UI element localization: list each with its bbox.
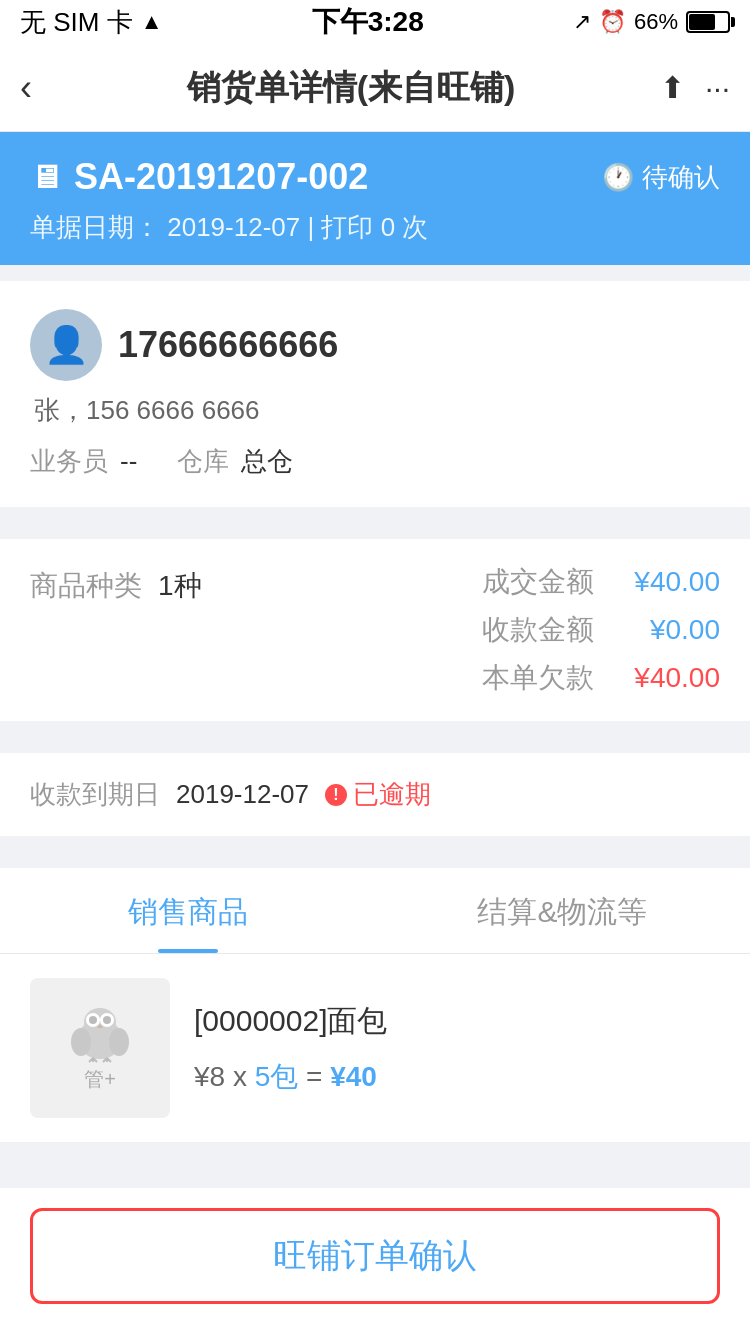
- carrier-text: 无 SIM 卡: [20, 5, 133, 40]
- sales-meta: 业务员 --: [30, 444, 137, 479]
- received-amount-label: 收款金额: [482, 611, 594, 649]
- due-date-card: 收款到期日 2019-12-07 ! 已逾期: [0, 753, 750, 836]
- back-button[interactable]: ‹: [10, 57, 42, 119]
- avatar-icon: 👤: [44, 324, 89, 366]
- order-id: 🖥 SA-20191207-002: [30, 156, 368, 198]
- status-clock-icon: 🕐: [602, 162, 634, 193]
- summary-right: 成交金额 ¥40.00 收款金额 ¥0.00 本单欠款 ¥40.00: [482, 563, 720, 697]
- order-id-text: SA-20191207-002: [74, 156, 368, 198]
- location-icon: ↗: [573, 9, 591, 35]
- order-date: 单据日期： 2019-12-07 | 打印 0 次: [30, 210, 720, 245]
- customer-phone: 17666666666: [118, 324, 338, 366]
- deal-amount-value: ¥40.00: [610, 566, 720, 598]
- status-bar: 无 SIM 卡 ▲ 下午3:28 ↗ ⏰ 66%: [0, 0, 750, 44]
- divider-3: [0, 737, 750, 753]
- bottom-bar: 旺铺订单确认: [0, 1188, 750, 1334]
- status-time: 下午3:28: [312, 3, 424, 41]
- divider-2: [0, 523, 750, 539]
- svg-point-5: [103, 1016, 111, 1024]
- divider-1: [0, 265, 750, 281]
- avatar: 👤: [30, 309, 102, 381]
- overdue-badge: ! 已逾期: [325, 777, 431, 812]
- owed-amount-value: ¥40.00: [610, 662, 720, 694]
- owl-svg: [65, 1004, 135, 1064]
- nav-bar: ‹ 销货单详情(来自旺铺) ⬆ ···: [0, 44, 750, 132]
- product-qty: 5包: [255, 1061, 299, 1092]
- wifi-icon: ▲: [141, 9, 163, 35]
- tab-products-label: 销售商品: [128, 895, 248, 928]
- product-image-placeholder: 管+: [65, 1004, 135, 1093]
- summary-left: 商品种类 1种: [30, 563, 202, 605]
- due-label: 收款到期日: [30, 777, 160, 812]
- warehouse-value: 总仓: [241, 444, 293, 479]
- deal-amount-row: 成交金额 ¥40.00: [482, 563, 720, 601]
- category-label: 商品种类: [30, 567, 142, 605]
- tab-products[interactable]: 销售商品: [0, 868, 375, 953]
- product-price: ¥8 x: [194, 1061, 255, 1092]
- date-value: 2019-12-07: [167, 212, 300, 242]
- product-total: ¥40: [330, 1061, 377, 1092]
- tab-settlement[interactable]: 结算&物流等: [375, 868, 750, 953]
- order-id-row: 🖥 SA-20191207-002 🕐 待确认: [30, 156, 720, 198]
- customer-meta: 业务员 -- 仓库 总仓: [30, 444, 720, 479]
- product-list: 管+ [0000002]面包 ¥8 x 5包 = ¥40: [0, 954, 750, 1143]
- overdue-text: 已逾期: [353, 777, 431, 812]
- product-info: [0000002]面包 ¥8 x 5包 = ¥40: [194, 1001, 720, 1096]
- category-value: 1种: [158, 567, 202, 605]
- page-title: 销货单详情(来自旺铺): [42, 65, 660, 111]
- deal-amount-label: 成交金额: [482, 563, 594, 601]
- date-label: 单据日期：: [30, 212, 160, 242]
- warehouse-meta: 仓库 总仓: [177, 444, 293, 479]
- customer-name: 张，156 6666 6666: [30, 393, 720, 428]
- sales-value: --: [120, 446, 137, 477]
- received-amount-value: ¥0.00: [610, 614, 720, 646]
- order-header: 🖥 SA-20191207-002 🕐 待确认 单据日期： 2019-12-07…: [0, 132, 750, 265]
- order-icon: 🖥: [30, 159, 62, 196]
- divider-4: [0, 852, 750, 868]
- tab-bar: 销售商品 结算&物流等: [0, 868, 750, 954]
- nav-actions: ⬆ ···: [660, 70, 730, 105]
- category-info: 商品种类 1种: [30, 567, 202, 605]
- more-button[interactable]: ···: [705, 71, 730, 105]
- confirm-button-label: 旺铺订单确认: [273, 1233, 477, 1279]
- overdue-icon: !: [325, 784, 347, 806]
- svg-point-8: [109, 1028, 129, 1056]
- order-status: 🕐 待确认: [602, 160, 720, 195]
- status-carrier: 无 SIM 卡 ▲: [20, 5, 162, 40]
- product-equals: =: [298, 1061, 330, 1092]
- product-item: 管+ [0000002]面包 ¥8 x 5包 = ¥40: [0, 954, 750, 1143]
- due-date-value: 2019-12-07: [176, 779, 309, 810]
- svg-point-7: [71, 1028, 91, 1056]
- battery-icon: [686, 11, 730, 33]
- product-image: 管+: [30, 978, 170, 1118]
- confirm-button[interactable]: 旺铺订单确认: [30, 1208, 720, 1304]
- warehouse-label: 仓库: [177, 444, 229, 479]
- received-amount-row: 收款金额 ¥0.00: [482, 611, 720, 649]
- customer-header-row: 👤 17666666666: [30, 309, 720, 381]
- customer-card: 👤 17666666666 张，156 6666 6666 业务员 -- 仓库 …: [0, 281, 750, 507]
- order-status-text: 待确认: [642, 160, 720, 195]
- owed-amount-label: 本单欠款: [482, 659, 594, 697]
- share-button[interactable]: ⬆: [660, 70, 685, 105]
- product-name: [0000002]面包: [194, 1001, 720, 1042]
- product-price-row: ¥8 x 5包 = ¥40: [194, 1058, 720, 1096]
- brand-plus: 管+: [84, 1066, 116, 1093]
- sales-label: 业务员: [30, 444, 108, 479]
- print-info: | 打印 0 次: [307, 212, 428, 242]
- battery-percent: 66%: [634, 9, 678, 35]
- tab-settlement-label: 结算&物流等: [477, 895, 647, 928]
- summary-card: 商品种类 1种 成交金额 ¥40.00 收款金额 ¥0.00 本单欠款 ¥40.…: [0, 539, 750, 721]
- status-right: ↗ ⏰ 66%: [573, 9, 730, 35]
- svg-point-3: [89, 1016, 97, 1024]
- alarm-icon: ⏰: [599, 9, 626, 35]
- owed-amount-row: 本单欠款 ¥40.00: [482, 659, 720, 697]
